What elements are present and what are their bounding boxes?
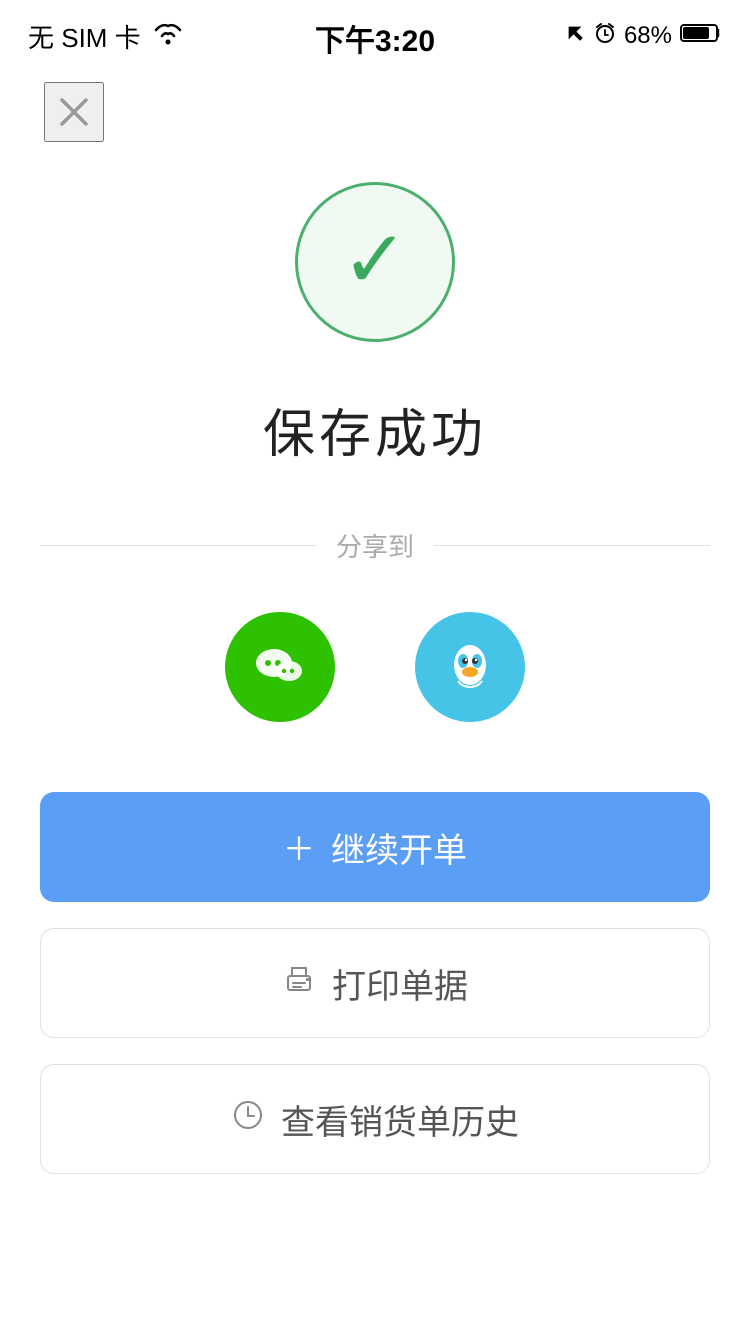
success-title: 保存成功	[263, 392, 487, 467]
view-history-label: 查看销货单历史	[281, 1095, 519, 1144]
check-icon: ✓	[341, 220, 408, 300]
main-content: ✓ 保存成功 分享到	[0, 72, 750, 1174]
print-receipt-label: 打印单据	[332, 959, 468, 1008]
status-time: 下午3:20	[315, 16, 435, 60]
continue-order-label: 继续开单	[331, 823, 467, 872]
divider-line-right	[434, 545, 710, 546]
continue-order-button[interactable]: ＋ 继续开单	[40, 792, 710, 902]
divider-line-left	[40, 545, 316, 546]
share-divider: 分享到	[40, 527, 710, 564]
view-history-button[interactable]: 查看销货单历史	[40, 1064, 710, 1174]
location-icon	[564, 22, 586, 51]
print-receipt-button[interactable]: 打印单据	[40, 928, 710, 1038]
wifi-icon	[151, 20, 185, 53]
share-icons-row	[225, 612, 525, 722]
alarm-icon	[594, 22, 616, 51]
status-right: 68%	[564, 22, 722, 51]
close-button[interactable]	[44, 82, 104, 142]
wechat-share-button[interactable]	[225, 612, 335, 722]
status-left: 无 SIM 卡	[28, 18, 185, 55]
clock-icon	[231, 1098, 265, 1140]
battery-percentage: 68%	[624, 22, 672, 50]
sim-status: 无 SIM 卡	[28, 18, 141, 55]
plus-icon: ＋	[283, 824, 315, 870]
battery-icon	[680, 22, 722, 51]
printer-icon	[282, 962, 316, 1004]
actions-container: ＋ 继续开单 打印单据	[40, 792, 710, 1174]
success-circle: ✓	[295, 182, 455, 342]
status-bar: 无 SIM 卡 下午3:20 68%	[0, 0, 750, 72]
share-label: 分享到	[336, 527, 414, 564]
qq-share-button[interactable]	[415, 612, 525, 722]
